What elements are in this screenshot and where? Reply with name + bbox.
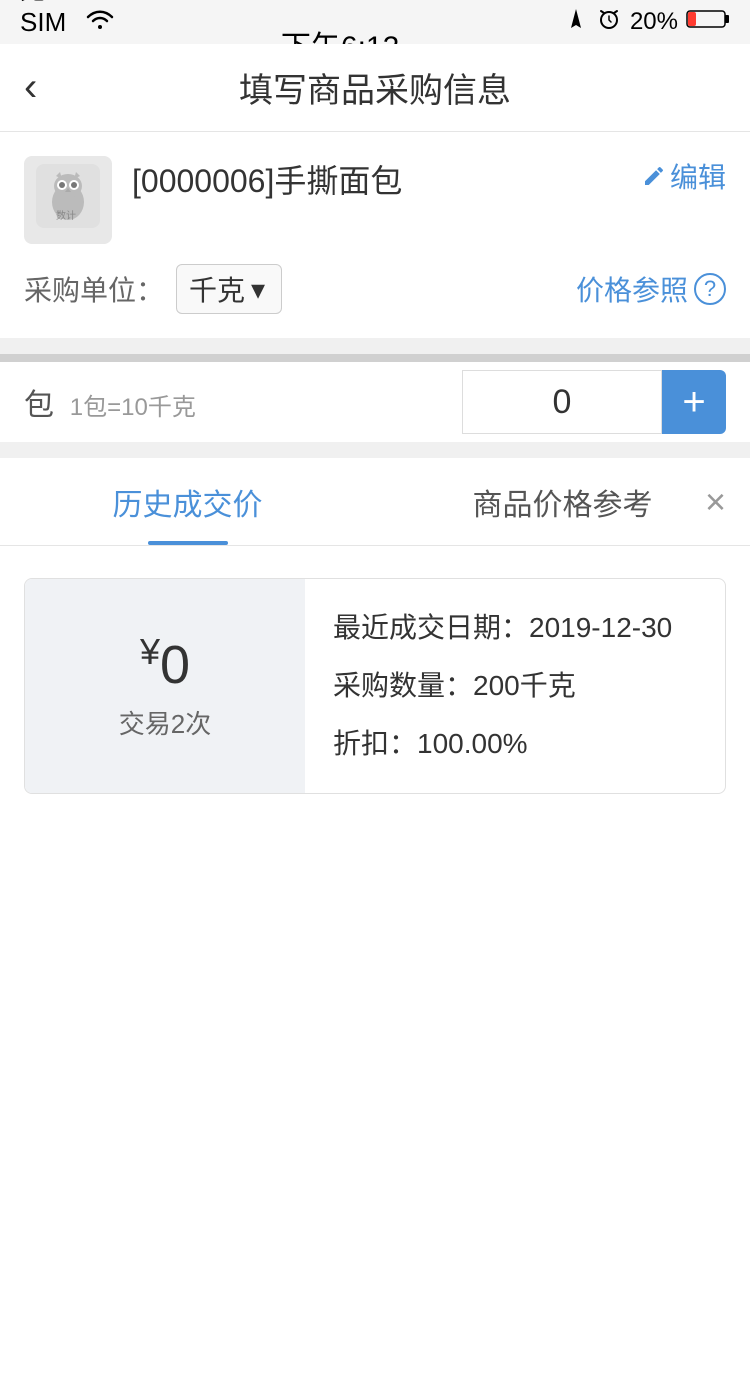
- product-thumbnail: 数计: [24, 156, 112, 244]
- empty-content-area: [0, 826, 750, 1376]
- gps-icon: [564, 7, 588, 38]
- wifi-icon: [84, 7, 116, 38]
- product-unit-row: 采购单位： 千克 ▾ 价格参照 ?: [24, 264, 726, 314]
- unit-conversion-hint: 1包=10千克: [70, 394, 196, 421]
- unit-select[interactable]: 千克 ▾: [176, 264, 282, 314]
- tab-product-price-reference[interactable]: 商品价格参考: [375, 458, 750, 545]
- history-card: ¥0 交易2次 最近成交日期：2019-12-30 采购数量：200千克 折扣：…: [24, 578, 726, 794]
- edit-button[interactable]: 编辑: [642, 156, 726, 196]
- discount-row: 折扣：100.00%: [333, 723, 697, 765]
- tab-active-indicator: [148, 541, 228, 545]
- history-content: ¥0 交易2次 最近成交日期：2019-12-30 采购数量：200千克 折扣：…: [0, 546, 750, 826]
- tab-history-price[interactable]: 历史成交价: [0, 458, 375, 545]
- back-button[interactable]: ‹: [24, 65, 37, 110]
- quantity-row: 包 1包=10千克 0 +: [0, 362, 750, 442]
- battery-icon: [686, 8, 730, 37]
- quantity-input[interactable]: 0: [462, 370, 662, 434]
- tabs-row: 历史成交价 商品价格参考 ×: [0, 458, 750, 546]
- history-card-details: 最近成交日期：2019-12-30 采购数量：200千克 折扣：100.00%: [305, 579, 725, 793]
- quantity-controls: 0 +: [462, 370, 726, 434]
- help-circle-icon: ?: [694, 273, 726, 305]
- product-section: 数计 [0000006]手撕面包 编辑 采购单位： 千克 ▾ 价格参照 ?: [0, 132, 750, 338]
- unit-pkg-label: 包: [24, 389, 54, 422]
- scroll-indicator: [0, 354, 750, 362]
- recent-date-row: 最近成交日期：2019-12-30: [333, 607, 697, 649]
- history-price-display: ¥0: [140, 631, 190, 696]
- status-bar: 无 SIM 卡 下午6:12 20%: [0, 0, 750, 44]
- close-panel-button[interactable]: ×: [705, 481, 726, 523]
- svg-text:数计: 数计: [56, 209, 76, 222]
- currency-symbol: ¥: [140, 631, 160, 672]
- product-info: [0000006]手撕面包: [132, 156, 726, 210]
- quantity-increment-button[interactable]: +: [662, 370, 726, 434]
- dropdown-arrow-icon: ▾: [251, 273, 265, 306]
- unit-value: 千克: [189, 269, 245, 309]
- page-title: 填写商品采购信息: [239, 63, 511, 112]
- alarm-icon: [596, 6, 622, 39]
- battery-text: 20%: [630, 8, 678, 36]
- price-value: 0: [160, 635, 190, 695]
- trade-count-label: 交易2次: [119, 704, 211, 741]
- unit-label: 采购单位：: [24, 269, 164, 309]
- product-name: [0000006]手撕面包: [132, 156, 726, 202]
- bottom-panel: 历史成交价 商品价格参考 × ¥0 交易2次 最近成交日期：2019-12-30: [0, 458, 750, 826]
- nav-bar: ‹ 填写商品采购信息: [0, 44, 750, 132]
- history-card-price-area: ¥0 交易2次: [25, 579, 305, 793]
- price-reference-button[interactable]: 价格参照 ?: [576, 269, 726, 309]
- status-right: 20%: [564, 6, 730, 39]
- quantity-label-area: 包 1包=10千克: [24, 380, 196, 424]
- purchase-qty-row: 采购数量：200千克: [333, 665, 697, 707]
- product-header: 数计 [0000006]手撕面包: [24, 156, 726, 244]
- product-logo-icon: 数计: [36, 164, 100, 237]
